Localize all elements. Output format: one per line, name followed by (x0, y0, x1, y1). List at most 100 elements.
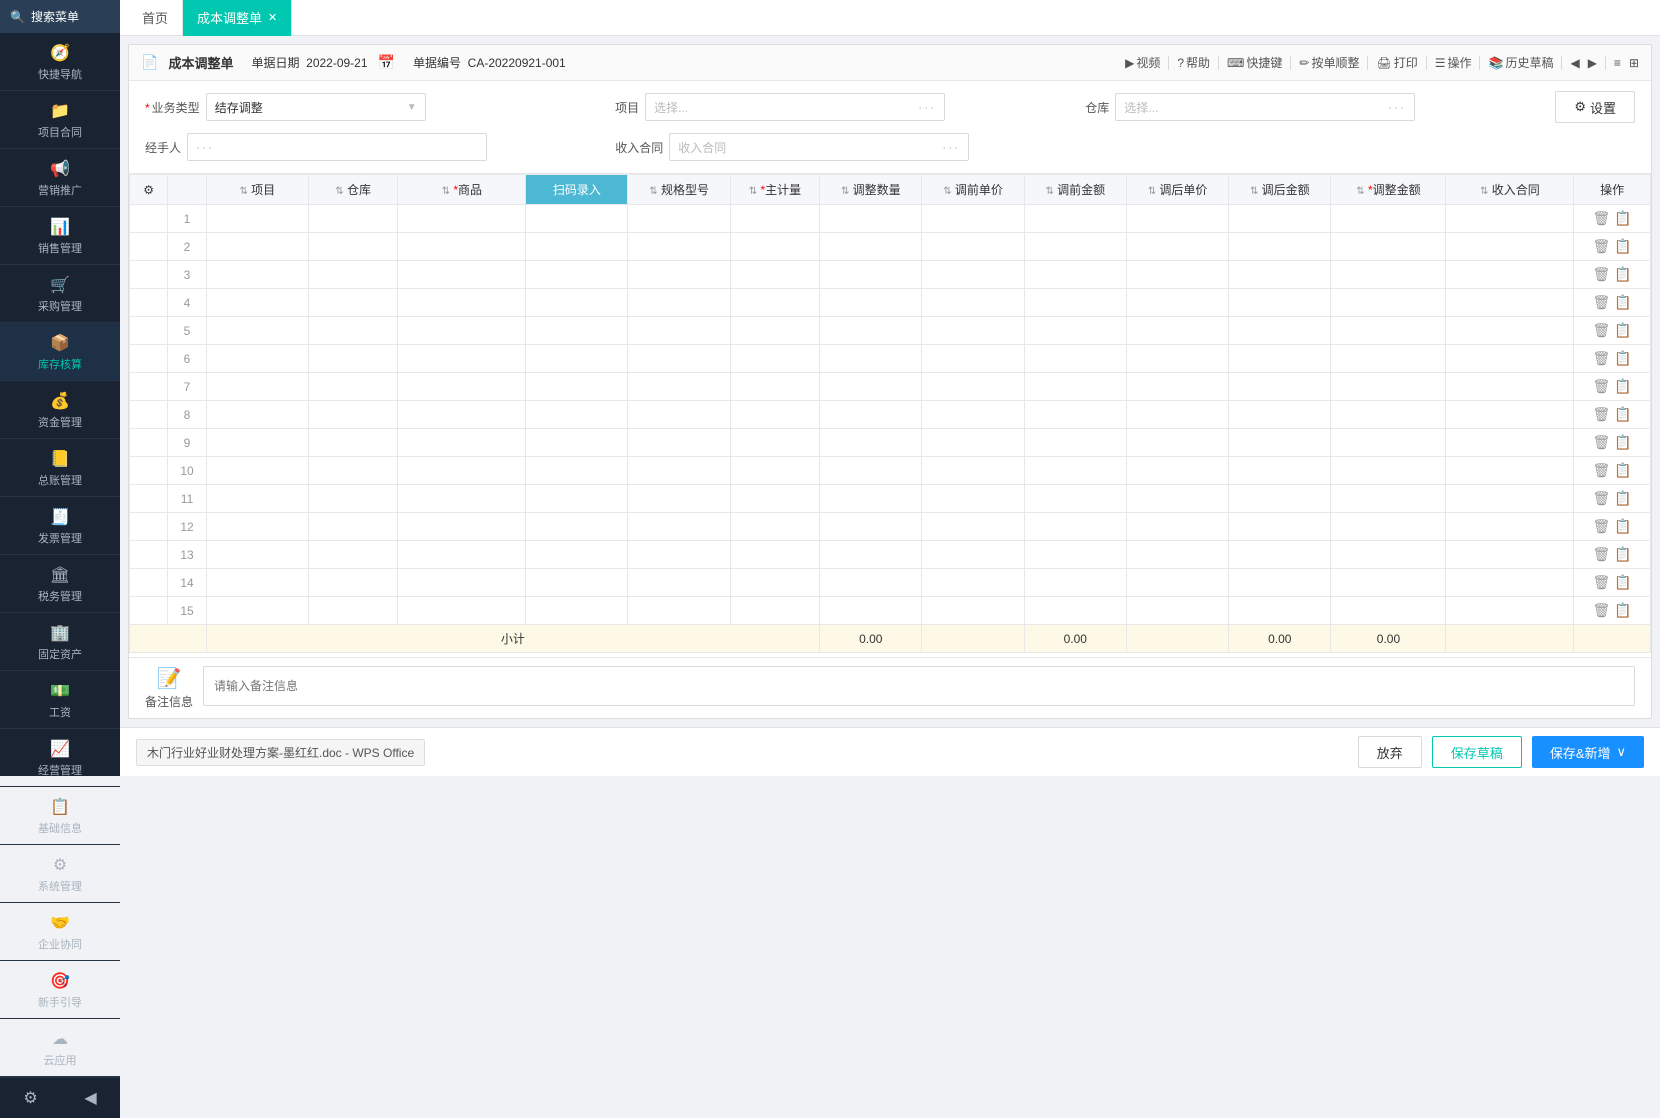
adjust-qty-cell[interactable] (820, 233, 922, 261)
adjust-qty-cell[interactable] (820, 569, 922, 597)
delete-icon[interactable]: 🗑 (1593, 406, 1611, 423)
sidebar-item-enterprise-coop[interactable]: 🤝 企业协同 (0, 903, 120, 961)
adjust-qty-cell[interactable] (820, 429, 922, 457)
spec-type-cell[interactable] (628, 261, 730, 289)
project-cell[interactable] (206, 289, 308, 317)
income-contract-cell[interactable] (1446, 569, 1574, 597)
prev-amount-cell[interactable] (1024, 597, 1126, 625)
prev-amount-cell[interactable] (1024, 233, 1126, 261)
income-contract-cell[interactable] (1446, 261, 1574, 289)
sidebar-item-sales-promo[interactable]: 📢 营销推广 (0, 149, 120, 207)
warehouse-cell[interactable] (308, 401, 397, 429)
adjust-amount-cell[interactable] (1331, 485, 1446, 513)
copy-icon[interactable]: 📋 (1614, 406, 1631, 423)
sidebar-item-new-guide[interactable]: 🎯 新手引导 (0, 961, 120, 1019)
main-unit-cell[interactable] (730, 289, 819, 317)
sidebar-item-salary[interactable]: 💵 工资 (0, 671, 120, 729)
copy-icon[interactable]: 📋 (1614, 322, 1631, 339)
main-unit-cell[interactable] (730, 401, 819, 429)
after-amount-cell[interactable] (1229, 233, 1331, 261)
warehouse-cell[interactable] (308, 569, 397, 597)
warehouse-cell[interactable] (308, 233, 397, 261)
copy-icon[interactable]: 📋 (1614, 378, 1631, 395)
warehouse-cell[interactable] (308, 317, 397, 345)
prev-unit-price-cell[interactable] (922, 429, 1024, 457)
adjust-amount-cell[interactable] (1331, 289, 1446, 317)
scan-input-cell[interactable] (526, 261, 628, 289)
table-container[interactable]: ⚙ ⇅ 项目 ⇅ 仓库 ⇅ *商品 扫码录入 (129, 174, 1651, 657)
after-unit-price-cell[interactable] (1126, 261, 1228, 289)
spec-type-cell[interactable] (628, 513, 730, 541)
warehouse-cell[interactable] (308, 513, 397, 541)
copy-icon[interactable]: 📋 (1614, 602, 1631, 619)
prev-unit-price-cell[interactable] (922, 317, 1024, 345)
product-cell[interactable] (398, 261, 526, 289)
prev-unit-price-cell[interactable] (922, 485, 1024, 513)
delete-icon[interactable]: 🗑 (1593, 378, 1611, 395)
after-amount-cell[interactable] (1229, 597, 1331, 625)
prev-unit-price-cell[interactable] (922, 373, 1024, 401)
warehouse-cell[interactable] (308, 485, 397, 513)
after-unit-price-cell[interactable] (1126, 317, 1228, 345)
project-cell[interactable] (206, 541, 308, 569)
tab-close-icon[interactable]: ✕ (268, 11, 277, 24)
warehouse-cell[interactable] (308, 289, 397, 317)
taskbar-file[interactable]: 木门行业好业财处理方案-墨红红.doc - WPS Office (136, 739, 425, 766)
income-contract-cell[interactable] (1446, 289, 1574, 317)
sidebar-item-purchase-mgmt[interactable]: 🛒 采购管理 (0, 265, 120, 323)
prev-amount-cell[interactable] (1024, 289, 1126, 317)
income-contract-cell[interactable] (1446, 541, 1574, 569)
prev-amount-cell[interactable] (1024, 205, 1126, 233)
adjust-amount-cell[interactable] (1331, 317, 1446, 345)
adjust-qty-cell[interactable] (820, 541, 922, 569)
product-cell[interactable] (398, 233, 526, 261)
spec-type-cell[interactable] (628, 569, 730, 597)
product-cell[interactable] (398, 205, 526, 233)
prev-amount-cell[interactable] (1024, 261, 1126, 289)
prev-amount-cell[interactable] (1024, 401, 1126, 429)
warehouse-cell[interactable] (308, 373, 397, 401)
scan-input-cell[interactable] (526, 541, 628, 569)
sidebar-item-basic-info[interactable]: 📋 基础信息 (0, 787, 120, 845)
after-amount-cell[interactable] (1229, 373, 1331, 401)
scan-input-cell[interactable] (526, 597, 628, 625)
delete-icon[interactable]: 🗑 (1593, 546, 1611, 563)
after-unit-price-cell[interactable] (1126, 233, 1228, 261)
col-prev-unit-price[interactable]: ⇅ 调前单价 (922, 175, 1024, 205)
scan-input-cell[interactable] (526, 205, 628, 233)
project-cell[interactable] (206, 401, 308, 429)
prev-amount-cell[interactable] (1024, 485, 1126, 513)
sidebar-item-ledger-mgmt[interactable]: 📒 总账管理 (0, 439, 120, 497)
product-cell[interactable] (398, 597, 526, 625)
project-cell[interactable] (206, 261, 308, 289)
sidebar-item-quick-nav[interactable]: 🧭 快捷导航 (0, 33, 120, 91)
product-cell[interactable] (398, 541, 526, 569)
prev-amount-cell[interactable] (1024, 569, 1126, 597)
col-adjust-qty[interactable]: ⇅ 调整数量 (820, 175, 922, 205)
after-unit-price-cell[interactable] (1126, 457, 1228, 485)
prev-amount-cell[interactable] (1024, 513, 1126, 541)
search-menu[interactable]: 🔍 搜索菜单 (0, 0, 120, 33)
spec-type-cell[interactable] (628, 541, 730, 569)
tab-cost-adjust[interactable]: 成本调整单 ✕ (183, 0, 292, 36)
after-amount-cell[interactable] (1229, 289, 1331, 317)
project-cell[interactable] (206, 513, 308, 541)
prev-amount-cell[interactable] (1024, 317, 1126, 345)
main-unit-cell[interactable] (730, 261, 819, 289)
prev-amount-cell[interactable] (1024, 541, 1126, 569)
adjust-qty-cell[interactable] (820, 597, 922, 625)
sidebar-item-ops-mgmt[interactable]: 📈 经营管理 (0, 729, 120, 787)
prev-unit-price-cell[interactable] (922, 401, 1024, 429)
scan-input-cell[interactable] (526, 373, 628, 401)
project-cell[interactable] (206, 317, 308, 345)
after-unit-price-cell[interactable] (1126, 205, 1228, 233)
income-contract-cell[interactable] (1446, 513, 1574, 541)
prev-amount-cell[interactable] (1024, 429, 1126, 457)
after-unit-price-cell[interactable] (1126, 513, 1228, 541)
view-action[interactable]: ▶ 视频 (1125, 54, 1160, 71)
delete-icon[interactable]: 🗑 (1593, 294, 1611, 311)
col-adjust-amount[interactable]: ⇅ *调整金额 (1331, 175, 1446, 205)
project-cell[interactable] (206, 429, 308, 457)
delete-icon[interactable]: 🗑 (1593, 602, 1611, 619)
after-unit-price-cell[interactable] (1126, 373, 1228, 401)
